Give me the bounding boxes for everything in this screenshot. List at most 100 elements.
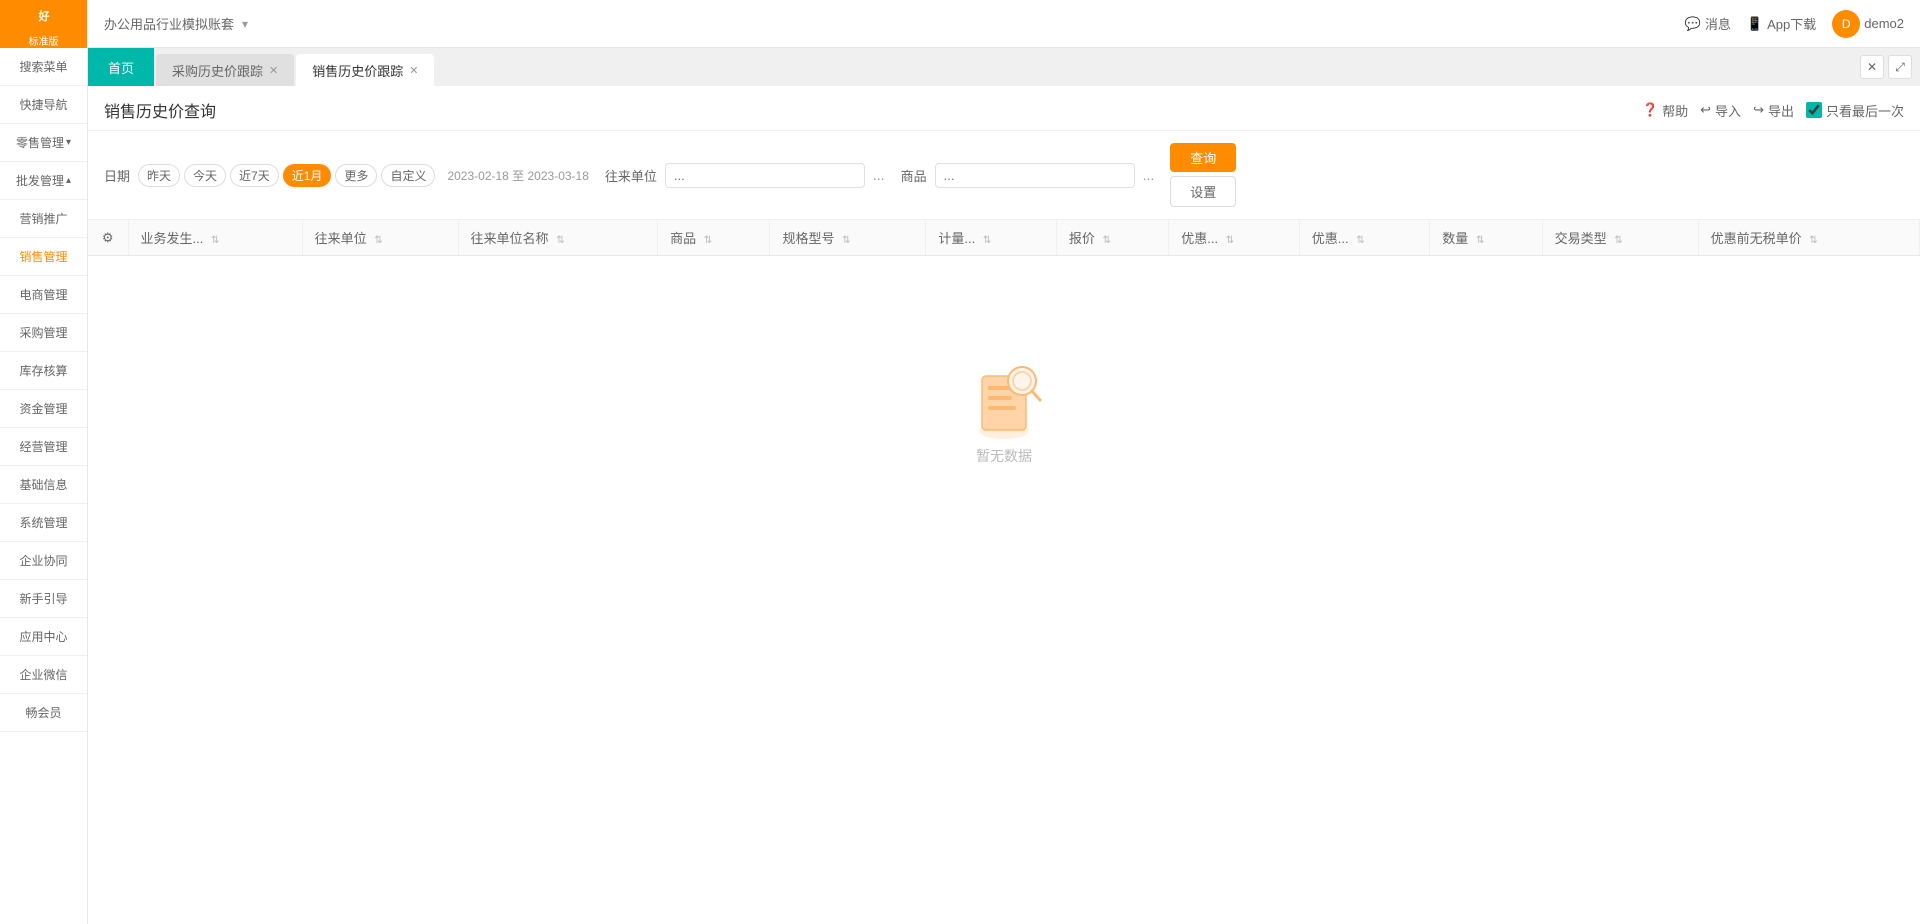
- import-icon: ↩: [1700, 102, 1711, 118]
- main-content: 办公用品行业模拟账套 ▾ 💬 消息 📱 App下载 D demo2 首页: [88, 0, 1920, 924]
- system-label: 系统管理: [19, 516, 67, 530]
- product-input[interactable]: [935, 163, 1135, 188]
- wholesale-arrow: ▴: [66, 175, 71, 186]
- sort-qty: ⇅: [1476, 235, 1484, 246]
- sidebar-item-marketing[interactable]: 营销推广: [0, 200, 87, 238]
- import-btn[interactable]: ↩ 导入: [1700, 101, 1741, 120]
- table-col-biz-date[interactable]: 业务发生... ⇅: [128, 220, 302, 256]
- page-content: 销售历史价查询 ❓ 帮助 ↩ 导入 ↪ 导出 只看最后一次: [88, 86, 1920, 924]
- sidebar-item-enterprise[interactable]: 企业协同: [0, 542, 87, 580]
- purchase-label: 采购管理: [19, 326, 67, 340]
- tab-purchase-history[interactable]: 采购历史价跟踪 ✕: [156, 54, 294, 86]
- tab-home[interactable]: 首页: [88, 48, 154, 86]
- product-filter-label: 商品: [901, 166, 927, 185]
- sidebar-item-basics[interactable]: 基础信息: [0, 466, 87, 504]
- sidebar-item-system[interactable]: 系统管理: [0, 504, 87, 542]
- message-label: 消息: [1705, 14, 1731, 33]
- sort-discount2: ⇅: [1356, 235, 1364, 246]
- tab-purchase-close[interactable]: ✕: [269, 64, 278, 77]
- sidebar-item-search[interactable]: 搜索菜单: [0, 48, 87, 86]
- help-btn[interactable]: ❓ 帮助: [1642, 101, 1688, 120]
- table-col-trade-type[interactable]: 交易类型 ⇅: [1542, 220, 1698, 256]
- sidebar-item-finance[interactable]: 资金管理: [0, 390, 87, 428]
- topbar-left: 办公用品行业模拟账套 ▾: [104, 14, 248, 33]
- page-actions: ❓ 帮助 ↩ 导入 ↪ 导出 只看最后一次: [1642, 101, 1904, 120]
- wechat-label: 企业微信: [19, 668, 67, 682]
- inventory-label: 库存核算: [19, 364, 67, 378]
- product-dots[interactable]: ...: [1143, 167, 1155, 183]
- sales-label: 销售管理: [19, 250, 67, 264]
- sidebar-item-ecommerce[interactable]: 电商管理: [0, 276, 87, 314]
- operations-label: 经营管理: [19, 440, 67, 454]
- newbie-label: 新手引导: [19, 592, 67, 606]
- table-col-partner[interactable]: 往来单位 ⇅: [302, 220, 458, 256]
- svg-text:好: 好: [37, 9, 49, 23]
- tab-fullscreen-btn[interactable]: ⤢: [1888, 55, 1912, 79]
- date-btn-7days[interactable]: 近7天: [230, 164, 279, 187]
- app-download-btn[interactable]: 📱 App下载: [1747, 14, 1816, 33]
- date-filter-label: 日期: [104, 166, 130, 185]
- date-btn-custom[interactable]: 自定义: [381, 164, 435, 187]
- sidebar-item-wechat[interactable]: 企业微信: [0, 656, 87, 694]
- table-col-partner-name[interactable]: 往来单位名称 ⇅: [458, 220, 658, 256]
- sidebar-item-shortcuts[interactable]: 快捷导航: [0, 86, 87, 124]
- table-container: ⚙ 业务发生... ⇅ 往来单位 ⇅ 往来单位名称 ⇅: [88, 220, 1920, 924]
- tab-close-all-btn[interactable]: ✕: [1860, 55, 1884, 79]
- table-col-product[interactable]: 商品 ⇅: [658, 220, 770, 256]
- settings-button[interactable]: 设置: [1170, 176, 1236, 207]
- app-logo[interactable]: 好 标准版: [0, 0, 87, 48]
- shortcuts-label: 快捷导航: [19, 98, 67, 112]
- col-product-label: 商品: [670, 231, 696, 246]
- date-btn-today[interactable]: 今天: [184, 164, 226, 187]
- table-col-gear[interactable]: ⚙: [88, 220, 128, 256]
- help-icon: ❓: [1642, 102, 1658, 118]
- tabs-bar: 首页 采购历史价跟踪 ✕ 销售历史价跟踪 ✕ ✕ ⤢: [88, 48, 1920, 86]
- empty-state-icon: [954, 346, 1054, 446]
- sidebar-item-sales[interactable]: 销售管理: [0, 238, 87, 276]
- page-header: 销售历史价查询 ❓ 帮助 ↩ 导入 ↪ 导出 只看最后一次: [88, 86, 1920, 131]
- tab-sales-history[interactable]: 销售历史价跟踪 ✕: [296, 54, 434, 86]
- export-label: 导出: [1768, 101, 1794, 120]
- retail-label: 零售管理: [16, 134, 64, 151]
- table-col-discount1[interactable]: 优惠... ⇅: [1169, 220, 1300, 256]
- partner-dots[interactable]: ...: [873, 167, 885, 183]
- table-col-unit[interactable]: 计量... ⇅: [926, 220, 1057, 256]
- partner-input[interactable]: [665, 163, 865, 188]
- data-table: ⚙ 业务发生... ⇅ 往来单位 ⇅ 往来单位名称 ⇅: [88, 220, 1920, 256]
- sidebar-item-operations[interactable]: 经营管理: [0, 428, 87, 466]
- only-last-toggle[interactable]: 只看最后一次: [1806, 101, 1904, 120]
- message-btn[interactable]: 💬 消息: [1685, 14, 1731, 33]
- user-info[interactable]: D demo2: [1832, 10, 1904, 38]
- table-col-discount2[interactable]: 优惠... ⇅: [1299, 220, 1430, 256]
- sort-partner: ⇅: [374, 235, 382, 246]
- date-filter-group: 日期 昨天 今天 近7天 近1月 更多 自定义 2023-02-18 至 202…: [104, 164, 589, 187]
- sidebar-item-wholesale[interactable]: 批发管理 ▴: [0, 162, 87, 200]
- export-btn[interactable]: ↪ 导出: [1753, 101, 1794, 120]
- app-download-icon: 📱: [1747, 16, 1763, 32]
- table-col-quote[interactable]: 报价 ⇅: [1056, 220, 1168, 256]
- message-icon: 💬: [1685, 16, 1701, 32]
- sidebar-item-appcenter[interactable]: 应用中心: [0, 618, 87, 656]
- sidebar-item-retail[interactable]: 零售管理 ▾: [0, 124, 87, 162]
- search-button[interactable]: 查询: [1170, 143, 1236, 172]
- sort-partner-name: ⇅: [556, 235, 564, 246]
- avatar-text: D: [1842, 17, 1851, 31]
- table-col-price-notax[interactable]: 优惠前无税单价 ⇅: [1698, 220, 1919, 256]
- only-last-label: 只看最后一次: [1826, 101, 1904, 120]
- topbar-dropdown-icon[interactable]: ▾: [242, 17, 248, 31]
- tab-sales-close[interactable]: ✕: [409, 64, 418, 77]
- help-label: 帮助: [1662, 101, 1688, 120]
- gear-icon[interactable]: ⚙: [102, 230, 114, 245]
- partner-filter-group: 往来单位 ...: [605, 163, 885, 188]
- table-col-qty[interactable]: 数量 ⇅: [1430, 220, 1542, 256]
- topbar-title: 办公用品行业模拟账套: [104, 14, 234, 33]
- sidebar-item-newbie[interactable]: 新手引导: [0, 580, 87, 618]
- sidebar-item-member[interactable]: 畅会员: [0, 694, 87, 732]
- date-btn-1month[interactable]: 近1月: [283, 164, 332, 187]
- sidebar-item-inventory[interactable]: 库存核算: [0, 352, 87, 390]
- table-col-spec[interactable]: 规格型号 ⇅: [770, 220, 926, 256]
- date-btn-more[interactable]: 更多: [335, 164, 377, 187]
- sidebar-item-purchase[interactable]: 采购管理: [0, 314, 87, 352]
- only-last-checkbox[interactable]: [1806, 102, 1822, 118]
- date-btn-yesterday[interactable]: 昨天: [138, 164, 180, 187]
